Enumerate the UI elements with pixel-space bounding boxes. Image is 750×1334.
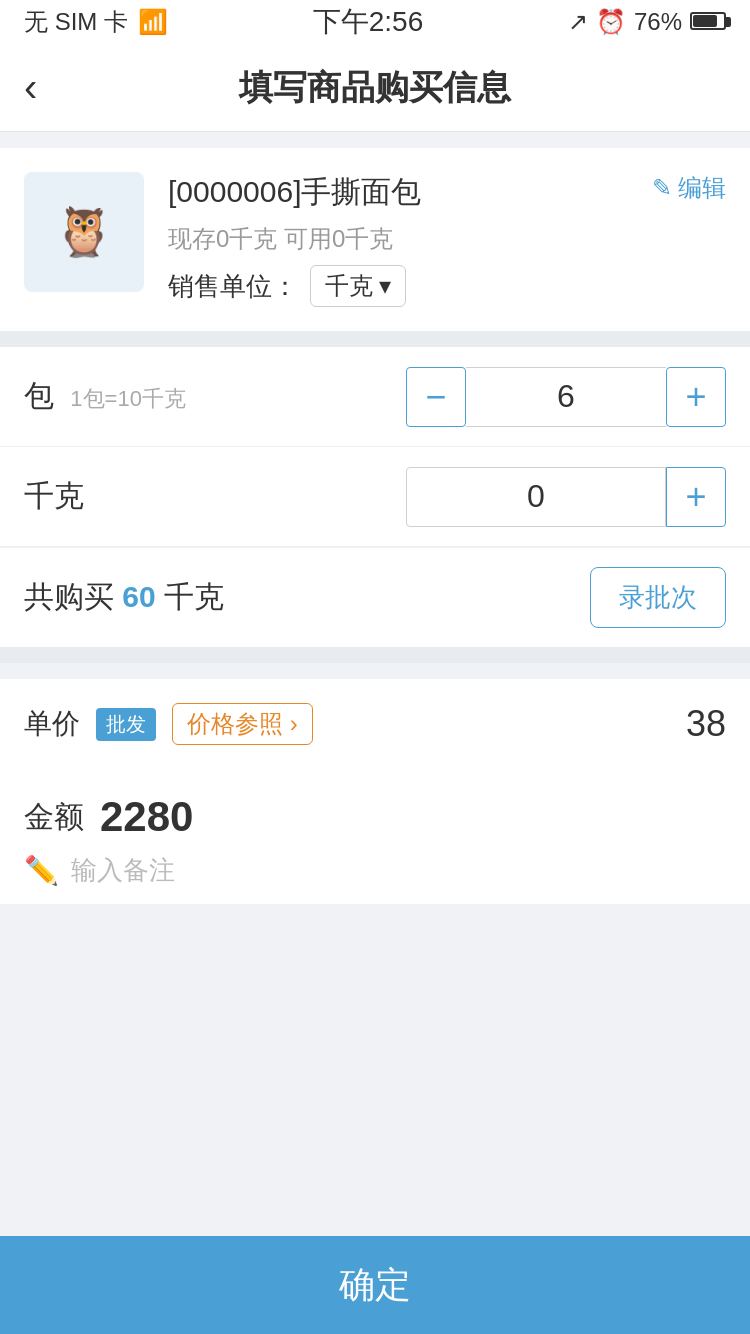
kg-quantity-input[interactable] bbox=[406, 467, 666, 527]
total-row: 共购买 60 千克 录批次 bbox=[0, 547, 750, 647]
pack-label-text: 包 bbox=[24, 379, 54, 412]
batch-button[interactable]: 录批次 bbox=[590, 567, 726, 628]
status-bar: 无 SIM 卡 📶 下午2:56 ↗ ⏰ 76% bbox=[0, 0, 750, 44]
input-section: 包 1包=10千克 − + 千克 + 共购买 60 千克 录批次 bbox=[0, 347, 750, 647]
pack-row: 包 1包=10千克 − + bbox=[0, 347, 750, 447]
separator-1 bbox=[0, 331, 750, 347]
battery-icon bbox=[690, 8, 726, 36]
price-label: 单价 bbox=[24, 705, 80, 743]
product-logo: 🦉 bbox=[54, 204, 114, 260]
edit-button[interactable]: ✎ 编辑 bbox=[652, 172, 726, 204]
pack-controls: − + bbox=[406, 367, 726, 427]
price-ref-button[interactable]: 价格参照 › bbox=[172, 703, 313, 745]
page-title: 填写商品购买信息 bbox=[239, 65, 511, 111]
status-time: 下午2:56 bbox=[313, 3, 424, 41]
note-icon: ✏️ bbox=[24, 854, 59, 887]
pack-sublabel: 1包=10千克 bbox=[70, 386, 186, 411]
status-right: ↗ ⏰ 76% bbox=[568, 8, 726, 36]
pack-minus-button[interactable]: − bbox=[406, 367, 466, 427]
price-row: 单价 批发 价格参照 › 38 bbox=[24, 703, 726, 745]
kg-plus-button[interactable]: + bbox=[666, 467, 726, 527]
pack-quantity-input[interactable] bbox=[466, 367, 666, 427]
product-image: 🦉 bbox=[24, 172, 144, 292]
unit-label: 销售单位： bbox=[168, 269, 298, 304]
note-placeholder: 输入备注 bbox=[71, 853, 175, 888]
edit-icon: ✎ bbox=[652, 174, 672, 202]
nav-bar: ‹ 填写商品购买信息 bbox=[0, 44, 750, 132]
separator-2 bbox=[0, 647, 750, 663]
back-button[interactable]: ‹ bbox=[24, 65, 37, 110]
price-value: 38 bbox=[686, 703, 726, 745]
sim-label: 无 SIM 卡 bbox=[24, 6, 128, 38]
pack-label: 包 1包=10千克 bbox=[24, 376, 186, 417]
product-stock: 现存0千克 可用0千克 bbox=[168, 223, 726, 255]
pack-plus-button[interactable]: + bbox=[666, 367, 726, 427]
unit-value: 千克 bbox=[325, 270, 373, 302]
total-text: 共购买 60 千克 bbox=[24, 577, 224, 618]
kg-row: 千克 + bbox=[0, 447, 750, 547]
product-card: 🦉 [0000006]手撕面包 现存0千克 可用0千克 销售单位： 千克 ▾ ✎… bbox=[0, 148, 750, 331]
amount-value: 2280 bbox=[100, 793, 193, 841]
amount-row: 金额 2280 bbox=[24, 793, 726, 841]
dropdown-arrow: ▾ bbox=[379, 272, 391, 300]
product-name: [0000006]手撕面包 bbox=[168, 172, 726, 213]
price-section: 单价 批发 价格参照 › 38 bbox=[0, 679, 750, 769]
product-unit-row: 销售单位： 千克 ▾ bbox=[168, 265, 726, 307]
total-amount: 60 bbox=[122, 580, 155, 613]
status-left: 无 SIM 卡 📶 bbox=[24, 6, 168, 38]
price-tag-pifa: 批发 bbox=[96, 708, 156, 741]
wifi-icon: 📶 bbox=[138, 8, 168, 36]
battery-percent: 76% bbox=[634, 8, 682, 36]
note-row[interactable]: ✏️ 输入备注 bbox=[24, 853, 726, 888]
amount-label: 金额 bbox=[24, 797, 84, 838]
unit-dropdown[interactable]: 千克 ▾ bbox=[310, 265, 406, 307]
kg-label: 千克 bbox=[24, 476, 124, 517]
total-unit: 千克 bbox=[164, 580, 224, 613]
product-info: [0000006]手撕面包 现存0千克 可用0千克 销售单位： 千克 ▾ bbox=[168, 172, 726, 307]
alarm-icon: ⏰ bbox=[596, 8, 626, 36]
kg-controls: + bbox=[406, 467, 726, 527]
confirm-button[interactable]: 确定 bbox=[0, 1236, 750, 1334]
total-prefix: 共购买 bbox=[24, 580, 114, 613]
edit-label: 编辑 bbox=[678, 172, 726, 204]
amount-section: 金额 2280 ✏️ 输入备注 bbox=[0, 769, 750, 904]
location-icon: ↗ bbox=[568, 8, 588, 36]
